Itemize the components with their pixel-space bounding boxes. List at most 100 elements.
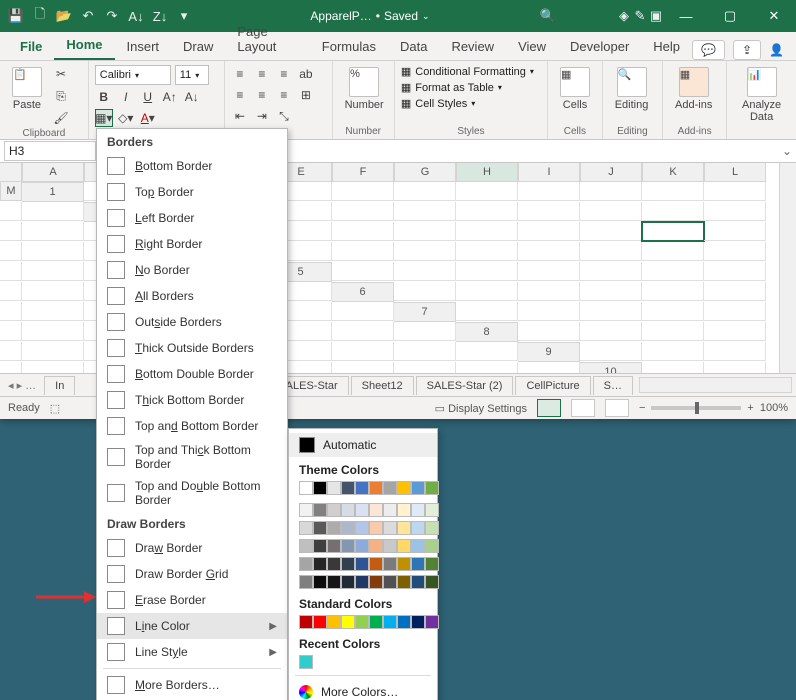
cells-button[interactable]: ▦Cells [554,65,596,113]
sheet-tab[interactable]: In [44,376,75,395]
color-swatch[interactable] [299,539,313,553]
cell[interactable] [704,242,766,261]
zoom-control[interactable]: − + 100% [639,402,788,414]
color-swatch[interactable] [341,539,355,553]
color-swatch[interactable] [299,615,313,629]
new-icon[interactable]: 🗋 [32,8,48,24]
cell[interactable] [394,282,456,301]
border-menu-item[interactable]: No Border [97,257,287,283]
cell[interactable] [394,362,456,374]
cell[interactable] [22,202,84,221]
tab-insert[interactable]: Insert [115,33,172,60]
cell[interactable] [518,322,580,341]
cell[interactable] [456,242,518,261]
cell[interactable] [332,342,394,361]
border-menu-item[interactable]: Top and Thick Bottom Border [97,439,287,475]
search-icon[interactable]: 🔍 [540,8,556,24]
cell[interactable] [642,342,704,361]
format-painter-button[interactable]: 🖌 [52,109,70,127]
cell[interactable] [332,222,394,241]
cell[interactable] [704,342,766,361]
color-swatch[interactable] [299,521,313,535]
color-swatch[interactable] [327,615,341,629]
column-header[interactable]: L [704,163,766,182]
border-menu-item[interactable]: Left Border [97,205,287,231]
increase-indent-button[interactable]: ⇥ [253,107,271,125]
color-swatch[interactable] [397,539,411,553]
color-swatch[interactable] [411,575,425,589]
color-swatch[interactable] [425,481,439,495]
merge-button[interactable]: ⊞ [297,86,315,104]
cell[interactable] [642,302,704,321]
cell[interactable] [518,182,580,201]
cell[interactable] [0,282,22,301]
close-button[interactable]: ✕ [752,0,796,32]
cell[interactable] [394,202,456,221]
sheet-tab[interactable]: Sheet12 [351,376,414,395]
paste-button[interactable]: 📋 Paste [6,65,48,113]
tab-formulas[interactable]: Formulas [310,33,388,60]
border-menu-item[interactable]: Erase Border [97,587,287,613]
color-swatch[interactable] [411,503,425,517]
maximize-button[interactable]: ▢ [708,0,752,32]
cell[interactable] [518,222,580,241]
cell[interactable] [580,282,642,301]
format-as-table-button[interactable]: ▦Format as Table▾ [401,81,534,94]
open-icon[interactable]: 📂 [56,8,72,24]
macro-record-icon[interactable]: ⬚ [50,402,60,415]
cell[interactable] [332,302,394,321]
color-swatch[interactable] [383,521,397,535]
cell[interactable] [580,202,642,221]
cell[interactable] [704,322,766,341]
align-bottom-button[interactable]: ≡ [275,65,293,83]
column-header[interactable]: F [332,163,394,182]
cell[interactable] [580,222,642,241]
cell[interactable] [642,202,704,221]
color-swatch[interactable] [299,655,313,669]
color-swatch[interactable] [369,557,383,571]
page-break-view-button[interactable] [605,399,629,417]
color-swatch[interactable] [425,615,439,629]
color-swatch[interactable] [383,481,397,495]
cell[interactable] [332,322,394,341]
color-swatch[interactable] [383,615,397,629]
row-header[interactable]: 6 [332,282,394,302]
cell[interactable] [642,322,704,341]
diamond-icon[interactable]: ◈ [616,8,632,24]
border-menu-item[interactable]: Top Border [97,179,287,205]
color-swatch[interactable] [369,481,383,495]
italic-button[interactable]: I [117,88,135,106]
editing-button[interactable]: 🔍Editing [609,65,655,113]
color-swatch[interactable] [313,575,327,589]
color-swatch[interactable] [383,503,397,517]
tab-page-layout[interactable]: Page Layout [225,18,309,60]
cell[interactable] [0,342,22,361]
sheet-tab[interactable]: S… [593,376,633,395]
qat-more-icon[interactable]: ▾ [176,8,192,24]
color-swatch[interactable] [299,481,313,495]
color-swatch[interactable] [397,557,411,571]
row-header[interactable]: 8 [456,322,518,342]
cell[interactable] [642,282,704,301]
border-menu-item[interactable]: Thick Outside Borders [97,335,287,361]
border-menu-item[interactable]: All Borders [97,283,287,309]
color-swatch[interactable] [355,521,369,535]
color-swatch[interactable] [341,615,355,629]
align-middle-button[interactable]: ≡ [253,65,271,83]
cell[interactable] [332,362,394,374]
cell[interactable] [642,222,704,241]
border-menu-item[interactable]: Draw Border Grid [97,561,287,587]
color-swatch[interactable] [411,481,425,495]
cell[interactable] [518,202,580,221]
cell[interactable] [0,202,22,221]
cell[interactable] [394,342,456,361]
color-swatch[interactable] [313,539,327,553]
color-swatch[interactable] [383,575,397,589]
cell[interactable] [518,262,580,281]
border-menu-item[interactable]: Draw Border [97,535,287,561]
color-swatch[interactable] [313,615,327,629]
color-swatch[interactable] [313,521,327,535]
cell[interactable] [22,322,84,341]
cell[interactable] [22,342,84,361]
cell[interactable] [456,302,518,321]
